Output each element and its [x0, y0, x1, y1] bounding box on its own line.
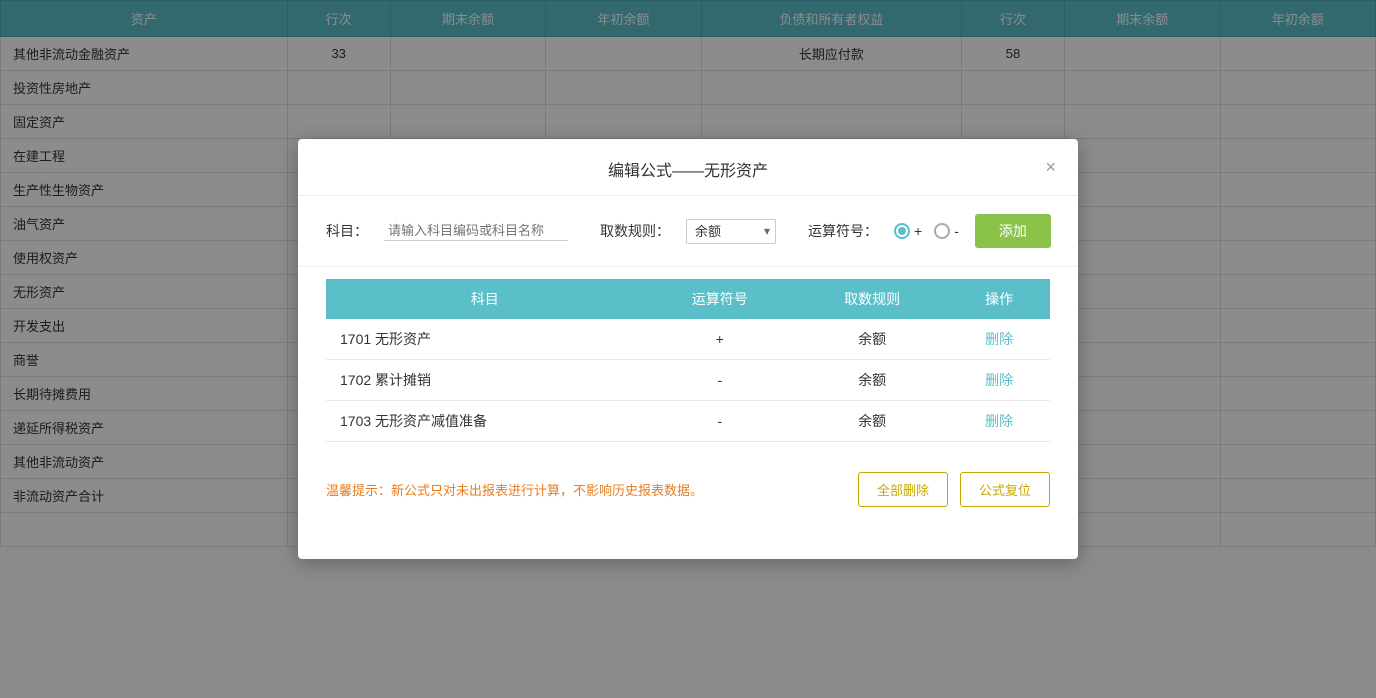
subject-input[interactable]: [384, 221, 568, 241]
add-button[interactable]: 添加: [975, 214, 1051, 248]
table-row: 1701 无形资产+余额 删除: [326, 319, 1050, 360]
subject-cell: 1702 累计摊销: [326, 360, 644, 401]
operator-minus-label: -: [954, 223, 959, 239]
rule-cell: 余额: [796, 360, 948, 401]
radio-minus-circle: [934, 223, 950, 239]
delete-row-link[interactable]: 删除: [985, 372, 1013, 388]
radio-plus-circle: [894, 223, 910, 239]
modal-overlay: 编辑公式——无形资产 × 科目： 取数规则： 余额 借方余额 贷方余额 发生额 …: [0, 0, 1376, 698]
table-row: 1703 无形资产减值准备-余额 删除: [326, 401, 1050, 442]
modal-data-table: 科目运算符号取数规则操作 1701 无形资产+余额删除1702 累计摊销-余额删…: [326, 279, 1050, 442]
operator-cell: -: [644, 360, 796, 401]
modal-header: 编辑公式——无形资产 ×: [298, 139, 1078, 196]
footer-buttons: 全部删除 公式复位: [858, 472, 1050, 507]
action-cell: 删除: [948, 360, 1050, 401]
operator-label: 运算符号：: [808, 221, 878, 241]
rule-label: 取数规则：: [600, 221, 670, 241]
operator-cell: -: [644, 401, 796, 442]
delete-row-link[interactable]: 删除: [985, 413, 1013, 429]
reset-formula-button[interactable]: 公式复位: [960, 472, 1050, 507]
subject-cell: 1701 无形资产: [326, 319, 644, 360]
table-row: 1702 累计摊销-余额 删除: [326, 360, 1050, 401]
modal-table-wrap: 科目运算符号取数规则操作 1701 无形资产+余额删除1702 累计摊销-余额删…: [298, 279, 1078, 458]
modal-title: 编辑公式——无形资产: [608, 157, 768, 181]
delete-row-link[interactable]: 删除: [985, 331, 1013, 347]
form-row: 科目： 取数规则： 余额 借方余额 贷方余额 发生额 运算符号： +: [298, 196, 1078, 267]
subject-label: 科目：: [326, 221, 368, 241]
modal-close-button[interactable]: ×: [1039, 156, 1062, 178]
operator-plus-radio[interactable]: +: [894, 223, 922, 239]
rule-select[interactable]: 余额 借方余额 贷方余额 发生额: [686, 219, 776, 244]
modal-footer: 温馨提示：新公式只对未出报表进行计算，不影响历史报表数据。 全部删除 公式复位: [298, 458, 1078, 525]
operator-radio-group: + -: [894, 223, 959, 239]
delete-all-button[interactable]: 全部删除: [858, 472, 948, 507]
operator-plus-label: +: [914, 223, 922, 239]
rule-cell: 余额: [796, 319, 948, 360]
action-cell: 删除: [948, 319, 1050, 360]
subject-cell: 1703 无形资产减值准备: [326, 401, 644, 442]
rule-select-wrap: 余额 借方余额 贷方余额 发生额: [686, 219, 776, 244]
modal-col-header: 操作: [948, 279, 1050, 319]
operator-cell: +: [644, 319, 796, 360]
footer-tip: 温馨提示：新公式只对未出报表进行计算，不影响历史报表数据。: [326, 480, 703, 499]
modal-col-header: 取数规则: [796, 279, 948, 319]
operator-minus-radio[interactable]: -: [934, 223, 959, 239]
modal-col-header: 科目: [326, 279, 644, 319]
modal-col-header: 运算符号: [644, 279, 796, 319]
action-cell: 删除: [948, 401, 1050, 442]
modal-dialog: 编辑公式——无形资产 × 科目： 取数规则： 余额 借方余额 贷方余额 发生额 …: [298, 139, 1078, 559]
rule-cell: 余额: [796, 401, 948, 442]
